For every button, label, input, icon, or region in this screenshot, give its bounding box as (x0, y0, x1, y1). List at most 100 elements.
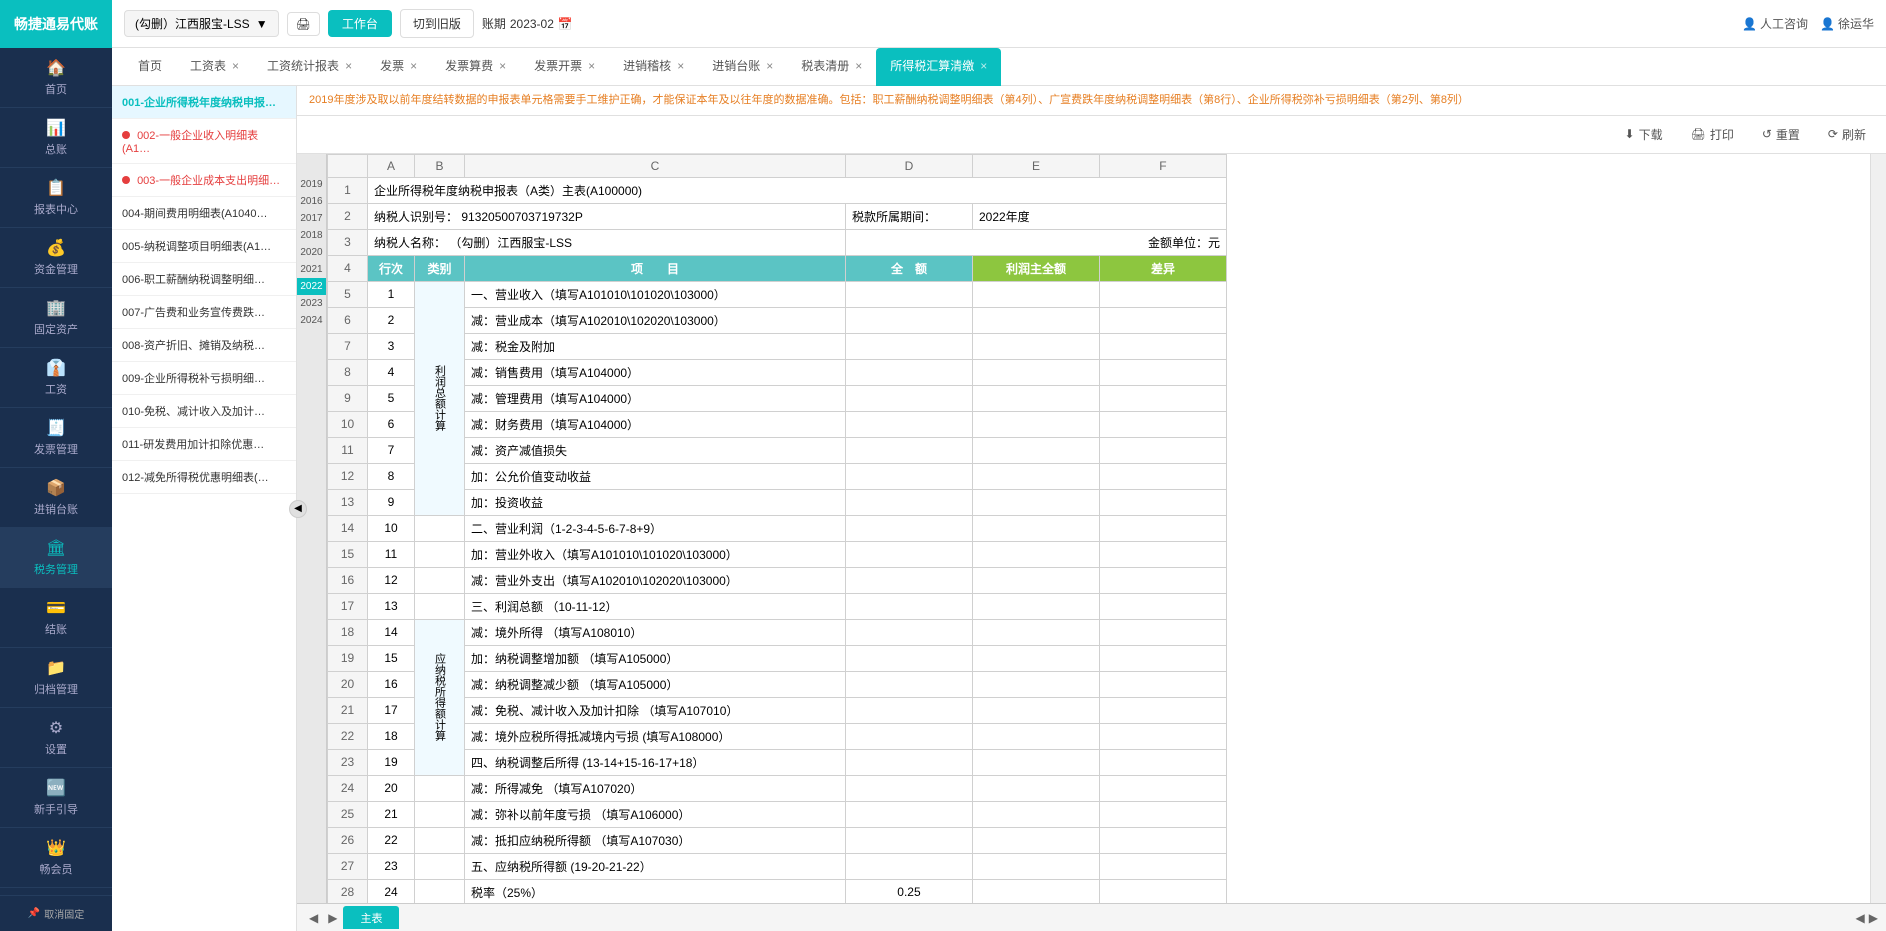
item-cell[interactable]: 减：资产减值损失 (465, 437, 846, 463)
item-cell[interactable]: 加：公允价值变动收益 (465, 463, 846, 489)
tab-close-invoice[interactable]: × (410, 59, 417, 73)
sheet-scroll-left[interactable]: ◀ (1856, 911, 1865, 925)
tab-tax-summary[interactable]: 税表清册 × (787, 48, 876, 86)
item-cell[interactable]: 减：营业外支出（填写A102010\102020\103000） (465, 567, 846, 593)
work-area-button[interactable]: 工作台 (328, 10, 392, 37)
tab-purchase-audit[interactable]: 进销稽核 × (609, 48, 698, 86)
sidebar-item-payroll[interactable]: 👔 工资 (0, 348, 112, 408)
year-item-2019[interactable]: 2019 (297, 176, 326, 193)
tab-close-income-tax[interactable]: × (980, 59, 987, 73)
sheet-nav-right[interactable]: ▶ (324, 909, 341, 927)
item-cell[interactable]: 加：纳税调整增加额 （填写A105000） (465, 645, 846, 671)
list-item-009[interactable]: 009-企业所得税补亏损明细… (112, 362, 296, 395)
tab-home[interactable]: 首页 (124, 48, 176, 86)
tab-payroll-stats[interactable]: 工资统计报表 × (253, 48, 366, 86)
item-cell[interactable]: 一、营业收入（填写A101010\101020\103000） (465, 281, 846, 307)
year-item-2022[interactable]: 2022 (297, 278, 326, 295)
item-cell[interactable]: 四、纳税调整后所得 (13-14+15-16-17+18） (465, 749, 846, 775)
item-cell[interactable]: 加：营业外收入（填写A101010\101020\103000） (465, 541, 846, 567)
list-item-003[interactable]: 003-一般企业成本支出明细… (112, 164, 296, 197)
item-cell[interactable]: 减：税金及附加 (465, 333, 846, 359)
item-cell[interactable]: 减：所得减免 （填写A107020） (465, 775, 846, 801)
sidebar-item-guide[interactable]: 🆕 新手引导 (0, 768, 112, 828)
list-item-010[interactable]: 010-免税、减计收入及加计… (112, 395, 296, 428)
item-cell[interactable]: 二、营业利润（1-2-3-4-5-6-7-8+9） (465, 515, 846, 541)
reset-button[interactable]: ↺ 重置 (1754, 122, 1808, 147)
tab-payroll[interactable]: 工资表 × (176, 48, 253, 86)
year-item-2024[interactable]: 2024 (297, 312, 326, 329)
service-link[interactable]: 👤 人工咨询 (1742, 15, 1808, 32)
year-item-2020[interactable]: 2020 (297, 244, 326, 261)
sidebar-item-invoices[interactable]: 🧾 发票管理 (0, 408, 112, 468)
sidebar-item-purchase-sales[interactable]: 📦 进销台账 (0, 468, 112, 528)
year-item-2016[interactable]: 2016 (297, 193, 326, 210)
year-item-2018[interactable]: 2018 (297, 227, 326, 244)
item-cell[interactable]: 减：免税、减计收入及加计扣除 （填写A107010） (465, 697, 846, 723)
list-item-005[interactable]: 005-纳税调整项目明细表(A1… (112, 230, 296, 263)
download-button[interactable]: ⬇ 下载 (1617, 122, 1671, 147)
tab-purchase-ledger[interactable]: 进销台账 × (698, 48, 787, 86)
collapse-panel-button[interactable]: ◀ (289, 500, 307, 518)
item-cell[interactable]: 三、利润总额 （10-11-12） (465, 593, 846, 619)
year-item-2023[interactable]: 2023 (297, 295, 326, 312)
sidebar-item-home[interactable]: 🏠 首页 (0, 48, 112, 108)
xingci-cell[interactable]: 1 (368, 281, 415, 307)
lirun-cell[interactable] (972, 281, 1099, 307)
item-cell[interactable]: 减：境外应税所得抵减境内亏损 (填写A108000） (465, 723, 846, 749)
sidebar-item-member[interactable]: 👑 畅会员 (0, 828, 112, 888)
item-cell[interactable]: 五、应纳税所得额 (19-20-21-22） (465, 853, 846, 879)
list-item-008[interactable]: 008-资产折旧、摊销及纳税… (112, 329, 296, 362)
item-cell[interactable]: 减：抵扣应纳税所得额 （填写A107030） (465, 827, 846, 853)
year-item-2021[interactable]: 2021 (297, 261, 326, 278)
sheet-nav-left[interactable]: ◀ (305, 909, 322, 927)
sidebar-item-reports[interactable]: 📋 报表中心 (0, 168, 112, 228)
sidebar-item-funds[interactable]: 💰 资金管理 (0, 228, 112, 288)
tab-invoice[interactable]: 发票 × (366, 48, 431, 86)
sidebar-item-settings[interactable]: ⚙ 设置 (0, 708, 112, 768)
tab-close-purchase-ledger[interactable]: × (766, 59, 773, 73)
user-avatar[interactable]: 👤 徐运华 (1820, 15, 1874, 32)
tab-close-invoice-open[interactable]: × (588, 59, 595, 73)
sidebar-item-general-ledger[interactable]: 📊 总账 (0, 108, 112, 168)
sheet-scroll-right[interactable]: ▶ (1869, 911, 1878, 925)
pin-toggle[interactable]: 📌 取消固定 (0, 895, 112, 931)
print-icon-btn[interactable]: 🖨 (287, 12, 320, 36)
sheet-tab-main[interactable]: 主表 (343, 906, 399, 929)
item-cell[interactable]: 减：境外所得 （填写A108010） (465, 619, 846, 645)
item-cell[interactable]: 减：财务费用（填写A104000） (465, 411, 846, 437)
calendar-icon[interactable]: 📅 (558, 17, 573, 31)
quanje-cell[interactable] (845, 281, 972, 307)
sidebar-item-archive[interactable]: 📁 归档管理 (0, 648, 112, 708)
scrollbar[interactable] (1870, 154, 1886, 904)
item-cell[interactable]: 税率（25%） (465, 879, 846, 903)
chay-cell[interactable] (1099, 281, 1226, 307)
sidebar-item-tax[interactable]: 🏛 税务管理 (0, 528, 112, 588)
year-item-2017[interactable]: 2017 (297, 210, 326, 227)
tab-close-tax-summary[interactable]: × (855, 59, 862, 73)
list-item-006[interactable]: 006-职工薪酬纳税调整明细… (112, 263, 296, 296)
tab-close-payroll[interactable]: × (232, 59, 239, 73)
tab-income-tax[interactable]: 所得税汇算清缴 × (876, 48, 1001, 86)
item-cell[interactable]: 加：投资收益 (465, 489, 846, 515)
tab-close-payroll-stats[interactable]: × (345, 59, 352, 73)
tab-invoice-fee[interactable]: 发票算费 × (431, 48, 520, 86)
refresh-button[interactable]: ⟳ 刷新 (1820, 122, 1874, 147)
item-cell[interactable]: 减：纳税调整减少额 （填写A105000） (465, 671, 846, 697)
list-item-011[interactable]: 011-研发费用加计扣除优惠… (112, 428, 296, 461)
tab-invoice-open[interactable]: 发票开票 × (520, 48, 609, 86)
switch-version-button[interactable]: 切到旧版 (400, 9, 474, 38)
tab-close-invoice-fee[interactable]: × (499, 59, 506, 73)
item-cell[interactable]: 减：弥补以前年度亏损 （填写A106000） (465, 801, 846, 827)
list-item-002[interactable]: 002-一般企业收入明细表(A1… (112, 119, 296, 164)
list-item-004[interactable]: 004-期间费用明细表(A1040… (112, 197, 296, 230)
sidebar-item-checkout[interactable]: 💳 结账 (0, 588, 112, 648)
list-item-012[interactable]: 012-减免所得税优惠明细表(… (112, 461, 296, 494)
print-button[interactable]: 🖨 打印 (1683, 122, 1742, 147)
tab-close-purchase-audit[interactable]: × (677, 59, 684, 73)
list-item-001[interactable]: 001-企业所得税年度纳税申报… (112, 86, 296, 119)
sidebar-item-fixed-assets[interactable]: 🏢 固定资产 (0, 288, 112, 348)
list-item-007[interactable]: 007-广告费和业务宣传费跌… (112, 296, 296, 329)
item-cell[interactable]: 减：管理费用（填写A104000） (465, 385, 846, 411)
item-cell[interactable]: 减：销售费用（填写A104000） (465, 359, 846, 385)
item-cell[interactable]: 减：营业成本（填写A102010\102020\103000） (465, 307, 846, 333)
